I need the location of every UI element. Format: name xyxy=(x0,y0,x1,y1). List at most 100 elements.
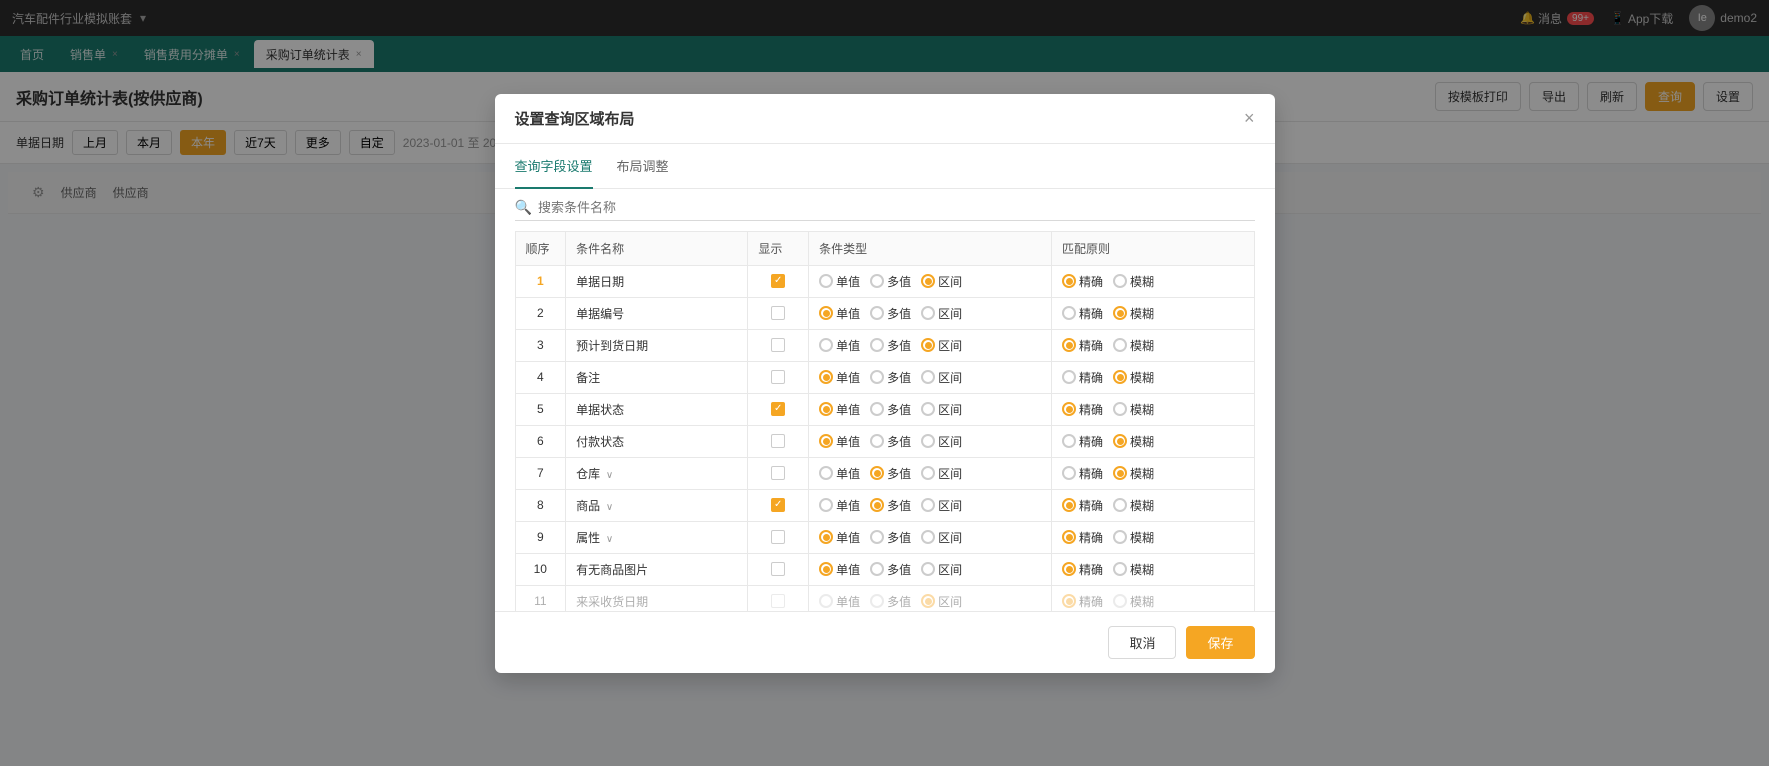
type-option-区间[interactable]: 区间 xyxy=(921,273,962,290)
rule-option-精确[interactable]: 精确 xyxy=(1062,369,1103,386)
rule-option-模糊[interactable]: 模糊 xyxy=(1113,401,1154,418)
cell-show[interactable] xyxy=(748,521,809,553)
rule-option-精确[interactable]: 精确 xyxy=(1062,529,1103,546)
show-checkbox[interactable] xyxy=(758,466,798,480)
show-checkbox[interactable] xyxy=(758,594,798,608)
rule-option-精确[interactable]: 精确 xyxy=(1062,305,1103,322)
type-option-单值[interactable]: 单值 xyxy=(819,337,860,354)
type-option-区间[interactable]: 区间 xyxy=(921,497,962,514)
rule-option-精确[interactable]: 精确 xyxy=(1062,433,1103,450)
type-option-多值[interactable]: 多值 xyxy=(870,497,911,514)
cell-show[interactable] xyxy=(748,553,809,585)
type-option-区间[interactable]: 区间 xyxy=(921,401,962,418)
type-option-单值[interactable]: 单值 xyxy=(819,497,860,514)
expand-icon[interactable]: ∨ xyxy=(603,534,613,545)
type-option-多值[interactable]: 多值 xyxy=(870,273,911,290)
checkbox-box[interactable] xyxy=(771,338,785,352)
show-checkbox[interactable]: ✓ xyxy=(758,274,798,288)
rule-option-模糊[interactable]: 模糊 xyxy=(1113,465,1154,482)
show-checkbox[interactable] xyxy=(758,338,798,352)
cell-order: 7 xyxy=(515,457,566,489)
save-button[interactable]: 保存 xyxy=(1186,626,1254,659)
type-option-多值[interactable]: 多值 xyxy=(870,369,911,386)
rule-option-精确[interactable]: 精确 xyxy=(1062,337,1103,354)
expand-icon[interactable]: ∨ xyxy=(603,470,613,481)
show-checkbox[interactable]: ✓ xyxy=(758,402,798,416)
rule-option-精确[interactable]: 精确 xyxy=(1062,593,1103,610)
rule-option-精确[interactable]: 精确 xyxy=(1062,561,1103,578)
type-option-单值[interactable]: 单值 xyxy=(819,465,860,482)
rule-option-模糊[interactable]: 模糊 xyxy=(1113,337,1154,354)
rule-option-精确[interactable]: 精确 xyxy=(1062,401,1103,418)
cell-show[interactable]: ✓ xyxy=(748,489,809,521)
cell-show[interactable] xyxy=(748,585,809,611)
type-option-区间[interactable]: 区间 xyxy=(921,561,962,578)
rule-option-模糊[interactable]: 模糊 xyxy=(1113,273,1154,290)
type-option-多值[interactable]: 多值 xyxy=(870,337,911,354)
type-option-区间[interactable]: 区间 xyxy=(921,369,962,386)
type-option-单值[interactable]: 单值 xyxy=(819,369,860,386)
rule-option-模糊[interactable]: 模糊 xyxy=(1113,593,1154,610)
checkbox-box[interactable] xyxy=(771,594,785,608)
tab-layout[interactable]: 布局调整 xyxy=(617,144,669,189)
show-checkbox[interactable] xyxy=(758,306,798,320)
cell-show[interactable] xyxy=(748,297,809,329)
checkbox-box[interactable]: ✓ xyxy=(771,402,785,416)
radio-dot xyxy=(1117,438,1124,445)
type-option-多值[interactable]: 多值 xyxy=(870,529,911,546)
cell-show[interactable] xyxy=(748,425,809,457)
type-option-多值[interactable]: 多值 xyxy=(870,433,911,450)
type-option-区间[interactable]: 区间 xyxy=(921,305,962,322)
rule-option-精确[interactable]: 精确 xyxy=(1062,497,1103,514)
cell-show[interactable] xyxy=(748,457,809,489)
show-checkbox[interactable] xyxy=(758,530,798,544)
search-input[interactable] xyxy=(538,200,1255,215)
type-option-单值[interactable]: 单值 xyxy=(819,593,860,610)
show-checkbox[interactable] xyxy=(758,562,798,576)
dialog-close-button[interactable]: × xyxy=(1244,108,1255,129)
checkbox-box[interactable]: ✓ xyxy=(771,274,785,288)
cell-show[interactable] xyxy=(748,361,809,393)
type-option-单值[interactable]: 单值 xyxy=(819,401,860,418)
cell-show[interactable]: ✓ xyxy=(748,393,809,425)
cell-show[interactable] xyxy=(748,329,809,361)
type-option-区间[interactable]: 区间 xyxy=(921,433,962,450)
cell-show[interactable]: ✓ xyxy=(748,265,809,297)
tab-query-fields[interactable]: 查询字段设置 xyxy=(515,144,593,189)
rule-option-模糊[interactable]: 模糊 xyxy=(1113,561,1154,578)
rule-option-模糊[interactable]: 模糊 xyxy=(1113,369,1154,386)
type-option-单值[interactable]: 单值 xyxy=(819,561,860,578)
checkbox-box[interactable] xyxy=(771,562,785,576)
type-option-区间[interactable]: 区间 xyxy=(921,529,962,546)
type-option-多值[interactable]: 多值 xyxy=(870,561,911,578)
checkbox-box[interactable] xyxy=(771,530,785,544)
rule-option-模糊[interactable]: 模糊 xyxy=(1113,433,1154,450)
show-checkbox[interactable] xyxy=(758,370,798,384)
type-option-多值[interactable]: 多值 xyxy=(870,305,911,322)
rule-option-模糊[interactable]: 模糊 xyxy=(1113,305,1154,322)
type-option-单值[interactable]: 单值 xyxy=(819,273,860,290)
type-option-多值[interactable]: 多值 xyxy=(870,465,911,482)
type-option-单值[interactable]: 单值 xyxy=(819,305,860,322)
checkbox-box[interactable] xyxy=(771,434,785,448)
type-option-区间[interactable]: 区间 xyxy=(921,337,962,354)
checkbox-box[interactable]: ✓ xyxy=(771,498,785,512)
radio-circle xyxy=(1113,498,1127,512)
type-option-区间[interactable]: 区间 xyxy=(921,465,962,482)
show-checkbox[interactable]: ✓ xyxy=(758,498,798,512)
expand-icon[interactable]: ∨ xyxy=(603,502,613,513)
type-option-单值[interactable]: 单值 xyxy=(819,433,860,450)
type-option-多值[interactable]: 多值 xyxy=(870,401,911,418)
cancel-button[interactable]: 取消 xyxy=(1108,626,1176,659)
type-option-多值[interactable]: 多值 xyxy=(870,593,911,610)
checkbox-box[interactable] xyxy=(771,306,785,320)
rule-option-精确[interactable]: 精确 xyxy=(1062,465,1103,482)
checkbox-box[interactable] xyxy=(771,370,785,384)
type-option-单值[interactable]: 单值 xyxy=(819,529,860,546)
rule-option-精确[interactable]: 精确 xyxy=(1062,273,1103,290)
rule-option-模糊[interactable]: 模糊 xyxy=(1113,497,1154,514)
rule-option-模糊[interactable]: 模糊 xyxy=(1113,529,1154,546)
checkbox-box[interactable] xyxy=(771,466,785,480)
show-checkbox[interactable] xyxy=(758,434,798,448)
type-option-区间[interactable]: 区间 xyxy=(921,593,962,610)
